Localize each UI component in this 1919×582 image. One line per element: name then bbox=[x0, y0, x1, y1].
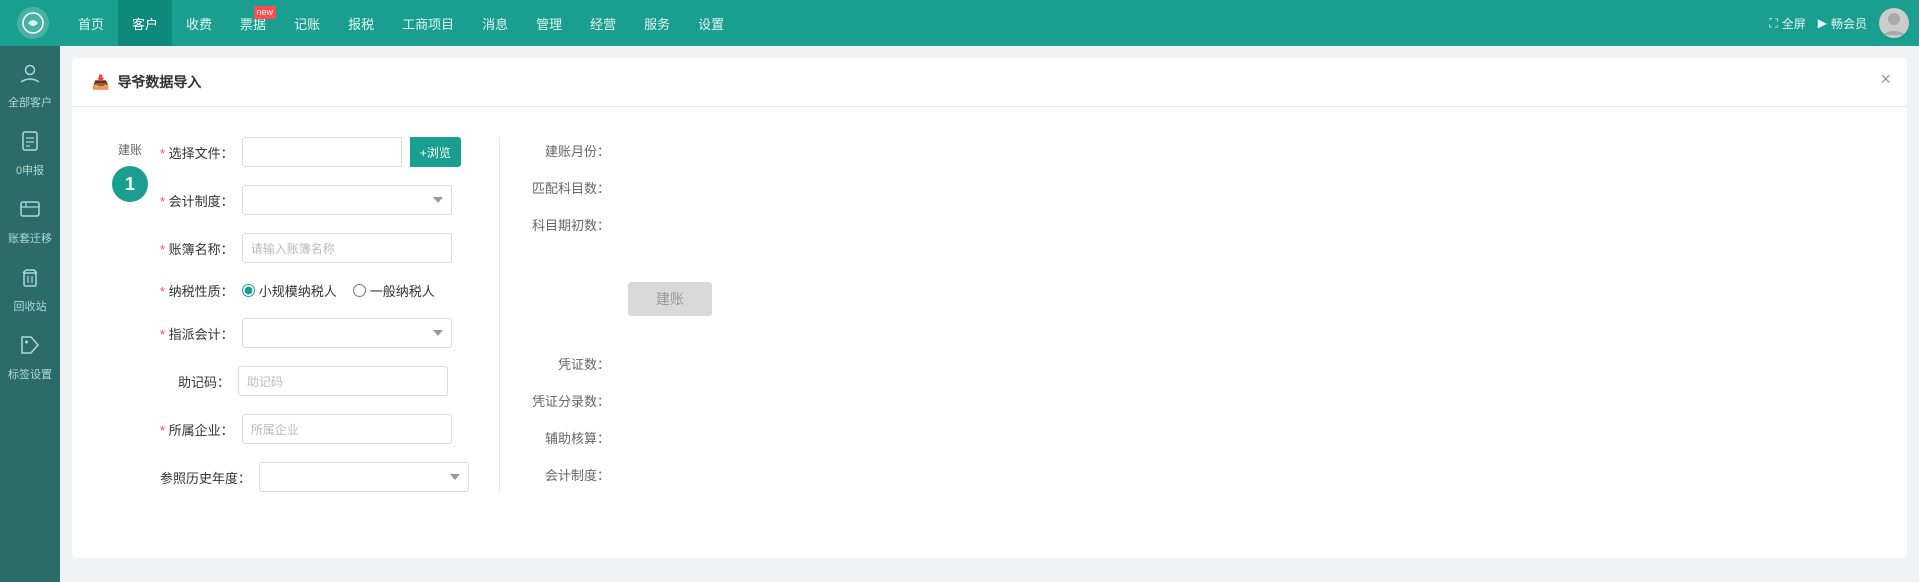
declaration-icon bbox=[19, 130, 41, 158]
app-logo[interactable] bbox=[10, 0, 56, 46]
top-nav: 首页 客户 收费 票据 new 记账 报税 工商项目 消息 管理 经营 服务 设… bbox=[0, 0, 1919, 46]
recycle-label: 回收站 bbox=[14, 298, 47, 314]
nav-admin[interactable]: 管理 bbox=[522, 0, 576, 46]
month-row: 建账月份： bbox=[530, 141, 810, 160]
nav-invoice[interactable]: 票据 new bbox=[226, 0, 280, 46]
history-year-label: 参照历史年度： bbox=[160, 468, 251, 487]
logo-icon bbox=[17, 7, 49, 39]
migration-icon bbox=[19, 198, 41, 226]
step-label-text: 建账 bbox=[118, 141, 142, 158]
panel-close-btn[interactable]: × bbox=[1880, 70, 1891, 88]
file-label: 选择文件： bbox=[160, 143, 234, 162]
sidebar-item-declaration[interactable]: 0申报 bbox=[2, 122, 58, 186]
aux-label: 辅助核算： bbox=[530, 428, 610, 447]
company-row: 所属企业： bbox=[160, 414, 469, 444]
tax-type-radio-group: 小规模纳税人 一般纳税人 bbox=[242, 281, 435, 300]
avatar[interactable] bbox=[1879, 8, 1909, 38]
file-input[interactable] bbox=[242, 137, 402, 167]
sidebar-item-tag[interactable]: 标签设置 bbox=[2, 326, 58, 390]
declaration-label: 0申报 bbox=[16, 162, 44, 178]
nav-finance[interactable]: 经营 bbox=[576, 0, 630, 46]
browse-btn[interactable]: +浏览 bbox=[410, 137, 461, 167]
info-accounting-row: 会计制度： bbox=[530, 465, 810, 484]
left-section: 建账 1 选择文件： +浏览 会计制度： bbox=[112, 137, 469, 492]
history-year-select[interactable] bbox=[259, 462, 469, 492]
recycle-icon bbox=[19, 266, 41, 294]
new-badge: new bbox=[254, 6, 277, 19]
tag-icon bbox=[19, 334, 41, 362]
tax-type-row: 纳税性质： 小规模纳税人 一般纳税人 bbox=[160, 281, 469, 300]
step-indicator: 建账 1 bbox=[112, 141, 148, 202]
panel-title-icon: 📥 bbox=[92, 74, 109, 91]
nav-bookkeeping[interactable]: 记账 bbox=[280, 0, 334, 46]
accountant-label: 指派会计： bbox=[160, 324, 234, 343]
memo-input[interactable] bbox=[238, 366, 448, 396]
create-btn[interactable]: 建账 bbox=[628, 282, 712, 316]
vip-btn[interactable]: ▶ 畅会员 bbox=[1818, 15, 1867, 32]
subject-initial-row: 科目期初数： bbox=[530, 215, 810, 234]
form-section: 选择文件： +浏览 会计制度： 账簿 bbox=[160, 137, 469, 492]
migration-label: 账套迁移 bbox=[8, 230, 52, 246]
content-area: 📥 导爷数据导入 × 建账 1 选择文件： bbox=[60, 46, 1919, 582]
vip-icon: ▶ bbox=[1818, 16, 1827, 30]
company-input[interactable] bbox=[242, 414, 452, 444]
sidebar-item-migration[interactable]: 账套迁移 bbox=[2, 190, 58, 254]
nav-right: ⛶ 全屏 ▶ 畅会员 bbox=[1769, 8, 1909, 38]
panel-content: 建账 1 选择文件： +浏览 会计制度： bbox=[72, 107, 1907, 522]
file-row: 选择文件： +浏览 bbox=[160, 137, 469, 167]
info-accounting-label: 会计制度： bbox=[530, 465, 610, 484]
subject-initial-label: 科目期初数： bbox=[530, 215, 610, 234]
accounting-system-select[interactable] bbox=[242, 185, 452, 215]
nav-tax[interactable]: 报税 bbox=[334, 0, 388, 46]
nav-biz[interactable]: 工商项目 bbox=[388, 0, 468, 46]
tax-general-radio[interactable]: 一般纳税人 bbox=[353, 281, 435, 300]
nav-billing[interactable]: 收费 bbox=[172, 0, 226, 46]
panel-title: 导爷数据导入 bbox=[117, 72, 201, 92]
sidebar: 全部客户 0申报 账套迁移 bbox=[0, 46, 60, 582]
all-clients-icon bbox=[19, 62, 41, 90]
match-subject-label: 匹配科目数： bbox=[530, 178, 610, 197]
vertical-divider bbox=[499, 137, 500, 492]
sidebar-item-recycle[interactable]: 回收站 bbox=[2, 258, 58, 322]
month-label: 建账月份： bbox=[530, 141, 610, 160]
info-section: 建账月份： 匹配科目数： 科目期初数： 建账 bbox=[530, 137, 810, 492]
all-clients-label: 全部客户 bbox=[8, 94, 52, 110]
nav-settings[interactable]: 设置 bbox=[684, 0, 738, 46]
memo-row: 助记码： bbox=[160, 366, 469, 396]
tax-small-radio[interactable]: 小规模纳税人 bbox=[242, 281, 337, 300]
voucher-count-label: 凭证数： bbox=[530, 354, 610, 373]
panel: 📥 导爷数据导入 × 建账 1 选择文件： bbox=[72, 58, 1907, 558]
voucher-count-row: 凭证数： bbox=[530, 354, 810, 373]
memo-label: 助记码： bbox=[160, 372, 230, 391]
accountant-row: 指派会计： bbox=[160, 318, 469, 348]
tag-label: 标签设置 bbox=[8, 366, 52, 382]
step-badge: 1 bbox=[112, 166, 148, 202]
nav-service[interactable]: 服务 bbox=[630, 0, 684, 46]
ledger-name-row: 账簿名称： bbox=[160, 233, 469, 263]
nav-items: 首页 客户 收费 票据 new 记账 报税 工商项目 消息 管理 经营 服务 设… bbox=[64, 0, 1769, 46]
voucher-entries-label: 凭证分录数： bbox=[530, 391, 610, 410]
fullscreen-btn[interactable]: ⛶ 全屏 bbox=[1769, 15, 1805, 32]
nav-customer[interactable]: 客户 bbox=[118, 0, 172, 46]
main-layout: 全部客户 0申报 账套迁移 bbox=[0, 46, 1919, 582]
ledger-name-label: 账簿名称： bbox=[160, 239, 234, 258]
ledger-name-input[interactable] bbox=[242, 233, 452, 263]
panel-header: 📥 导爷数据导入 bbox=[72, 58, 1907, 107]
accounting-system-row: 会计制度： bbox=[160, 185, 469, 215]
aux-row: 辅助核算： bbox=[530, 428, 810, 447]
nav-home[interactable]: 首页 bbox=[64, 0, 118, 46]
voucher-entries-row: 凭证分录数： bbox=[530, 391, 810, 410]
fullscreen-icon: ⛶ bbox=[1769, 16, 1777, 31]
company-label: 所属企业： bbox=[160, 420, 234, 439]
tax-type-label: 纳税性质： bbox=[160, 281, 234, 300]
sidebar-item-all-clients[interactable]: 全部客户 bbox=[2, 54, 58, 118]
match-subject-row: 匹配科目数： bbox=[530, 178, 810, 197]
history-year-row: 参照历史年度： bbox=[160, 462, 469, 492]
accountant-select[interactable] bbox=[242, 318, 452, 348]
accounting-system-label: 会计制度： bbox=[160, 191, 234, 210]
nav-message[interactable]: 消息 bbox=[468, 0, 522, 46]
